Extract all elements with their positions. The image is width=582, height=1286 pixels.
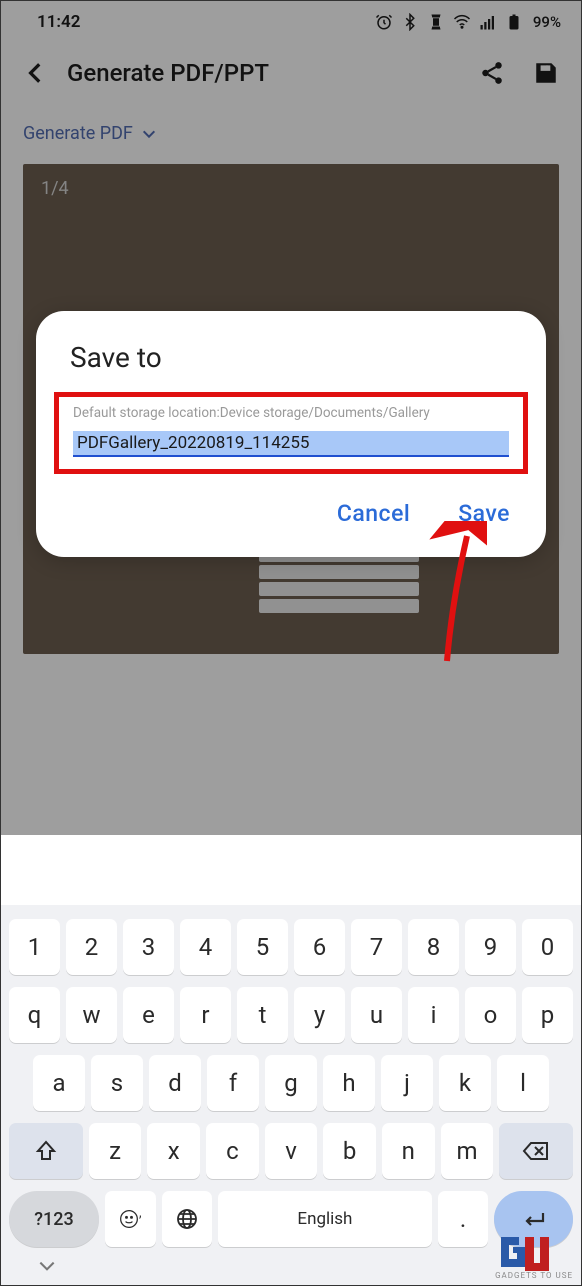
chevron-down-icon	[141, 126, 157, 142]
battery-percent: 99%	[533, 13, 561, 31]
page-title: Generate PDF/PPT	[67, 59, 461, 87]
keyboard-row-asdf: a s d f g h j k l	[9, 1055, 573, 1111]
key-1[interactable]: 1	[9, 919, 60, 975]
globe-icon	[175, 1207, 199, 1231]
share-icon[interactable]	[479, 60, 505, 86]
key-period[interactable]: .	[438, 1191, 489, 1247]
key-b[interactable]: b	[323, 1123, 376, 1179]
status-time: 11:42	[21, 12, 80, 32]
battery-icon	[505, 13, 523, 31]
signal-icon	[479, 13, 497, 31]
modal-title: Save to	[36, 341, 546, 392]
keyboard-row-numbers: 1 2 3 4 5 6 7 8 9 0	[9, 919, 573, 975]
key-e[interactable]: e	[123, 987, 174, 1043]
storage-path-label: Default storage location:Device storage/…	[73, 405, 509, 421]
key-x[interactable]: x	[147, 1123, 200, 1179]
key-n[interactable]: n	[382, 1123, 435, 1179]
phone-icon	[427, 13, 445, 31]
key-r[interactable]: r	[180, 987, 231, 1043]
key-symbols[interactable]: ?123	[9, 1191, 99, 1247]
shift-icon	[34, 1139, 58, 1163]
app-bar: Generate PDF/PPT	[1, 39, 581, 105]
status-icons: 99%	[375, 13, 561, 31]
backspace-icon	[522, 1139, 550, 1163]
key-d[interactable]: d	[149, 1055, 201, 1111]
key-g[interactable]: g	[265, 1055, 317, 1111]
key-l[interactable]: l	[497, 1055, 549, 1111]
generate-dropdown[interactable]: Generate PDF	[23, 123, 157, 144]
key-i[interactable]: i	[408, 987, 459, 1043]
key-w[interactable]: w	[66, 987, 117, 1043]
emoji-icon	[119, 1209, 139, 1229]
key-7[interactable]: 7	[351, 919, 402, 975]
cancel-button[interactable]: Cancel	[337, 500, 410, 527]
keyboard-row-qwerty: q w e r t y u i o p	[9, 987, 573, 1043]
key-p[interactable]: p	[522, 987, 573, 1043]
key-h[interactable]: h	[323, 1055, 375, 1111]
key-o[interactable]: o	[465, 987, 516, 1043]
save-icon[interactable]	[533, 60, 559, 86]
alarm-icon	[375, 13, 393, 31]
key-t[interactable]: t	[237, 987, 288, 1043]
key-j[interactable]: j	[381, 1055, 433, 1111]
key-y[interactable]: y	[294, 987, 345, 1043]
status-bar: 11:42 99%	[1, 1, 581, 39]
key-c[interactable]: c	[206, 1123, 259, 1179]
key-language[interactable]	[162, 1191, 213, 1247]
key-v[interactable]: v	[265, 1123, 318, 1179]
key-shift[interactable]	[9, 1123, 83, 1179]
key-k[interactable]: k	[439, 1055, 491, 1111]
watermark: GADGETS TO USE	[495, 1233, 573, 1280]
key-9[interactable]: 9	[465, 919, 516, 975]
key-backspace[interactable]	[499, 1123, 573, 1179]
back-icon[interactable]	[23, 60, 49, 86]
chevron-down-icon	[37, 1259, 57, 1273]
generate-row: Generate PDF	[1, 105, 581, 154]
key-u[interactable]: u	[351, 987, 402, 1043]
enter-icon	[521, 1207, 547, 1231]
key-6[interactable]: 6	[294, 919, 345, 975]
key-3[interactable]: 3	[123, 919, 174, 975]
keyboard: 1 2 3 4 5 6 7 8 9 0 q w e r t y u i o p …	[1, 905, 581, 1285]
key-0[interactable]: 0	[522, 919, 573, 975]
key-z[interactable]: z	[89, 1123, 142, 1179]
key-a[interactable]: a	[33, 1055, 85, 1111]
annotation-highlight: Default storage location:Device storage/…	[54, 392, 528, 474]
key-4[interactable]: 4	[180, 919, 231, 975]
wifi-icon	[453, 13, 471, 31]
key-5[interactable]: 5	[237, 919, 288, 975]
generate-label: Generate PDF	[23, 123, 133, 144]
key-space[interactable]: English	[218, 1191, 432, 1247]
filename-input[interactable]	[73, 431, 509, 457]
watermark-logo-icon	[495, 1233, 555, 1271]
key-q[interactable]: q	[9, 987, 60, 1043]
key-emoji[interactable]: ,	[105, 1191, 156, 1247]
watermark-text: GADGETS TO USE	[495, 1271, 573, 1280]
keyboard-collapse[interactable]	[9, 1251, 573, 1273]
keyboard-row-zxcv: z x c v b n m	[9, 1123, 573, 1179]
save-button[interactable]: Save	[458, 500, 510, 527]
key-8[interactable]: 8	[408, 919, 459, 975]
bluetooth-icon	[401, 13, 419, 31]
key-s[interactable]: s	[91, 1055, 143, 1111]
key-m[interactable]: m	[441, 1123, 494, 1179]
key-f[interactable]: f	[207, 1055, 259, 1111]
keyboard-row-bottom: ?123 , English .	[9, 1191, 573, 1247]
key-2[interactable]: 2	[66, 919, 117, 975]
save-to-modal: Save to Default storage location:Device …	[36, 311, 546, 557]
page-counter: 1/4	[41, 178, 69, 199]
